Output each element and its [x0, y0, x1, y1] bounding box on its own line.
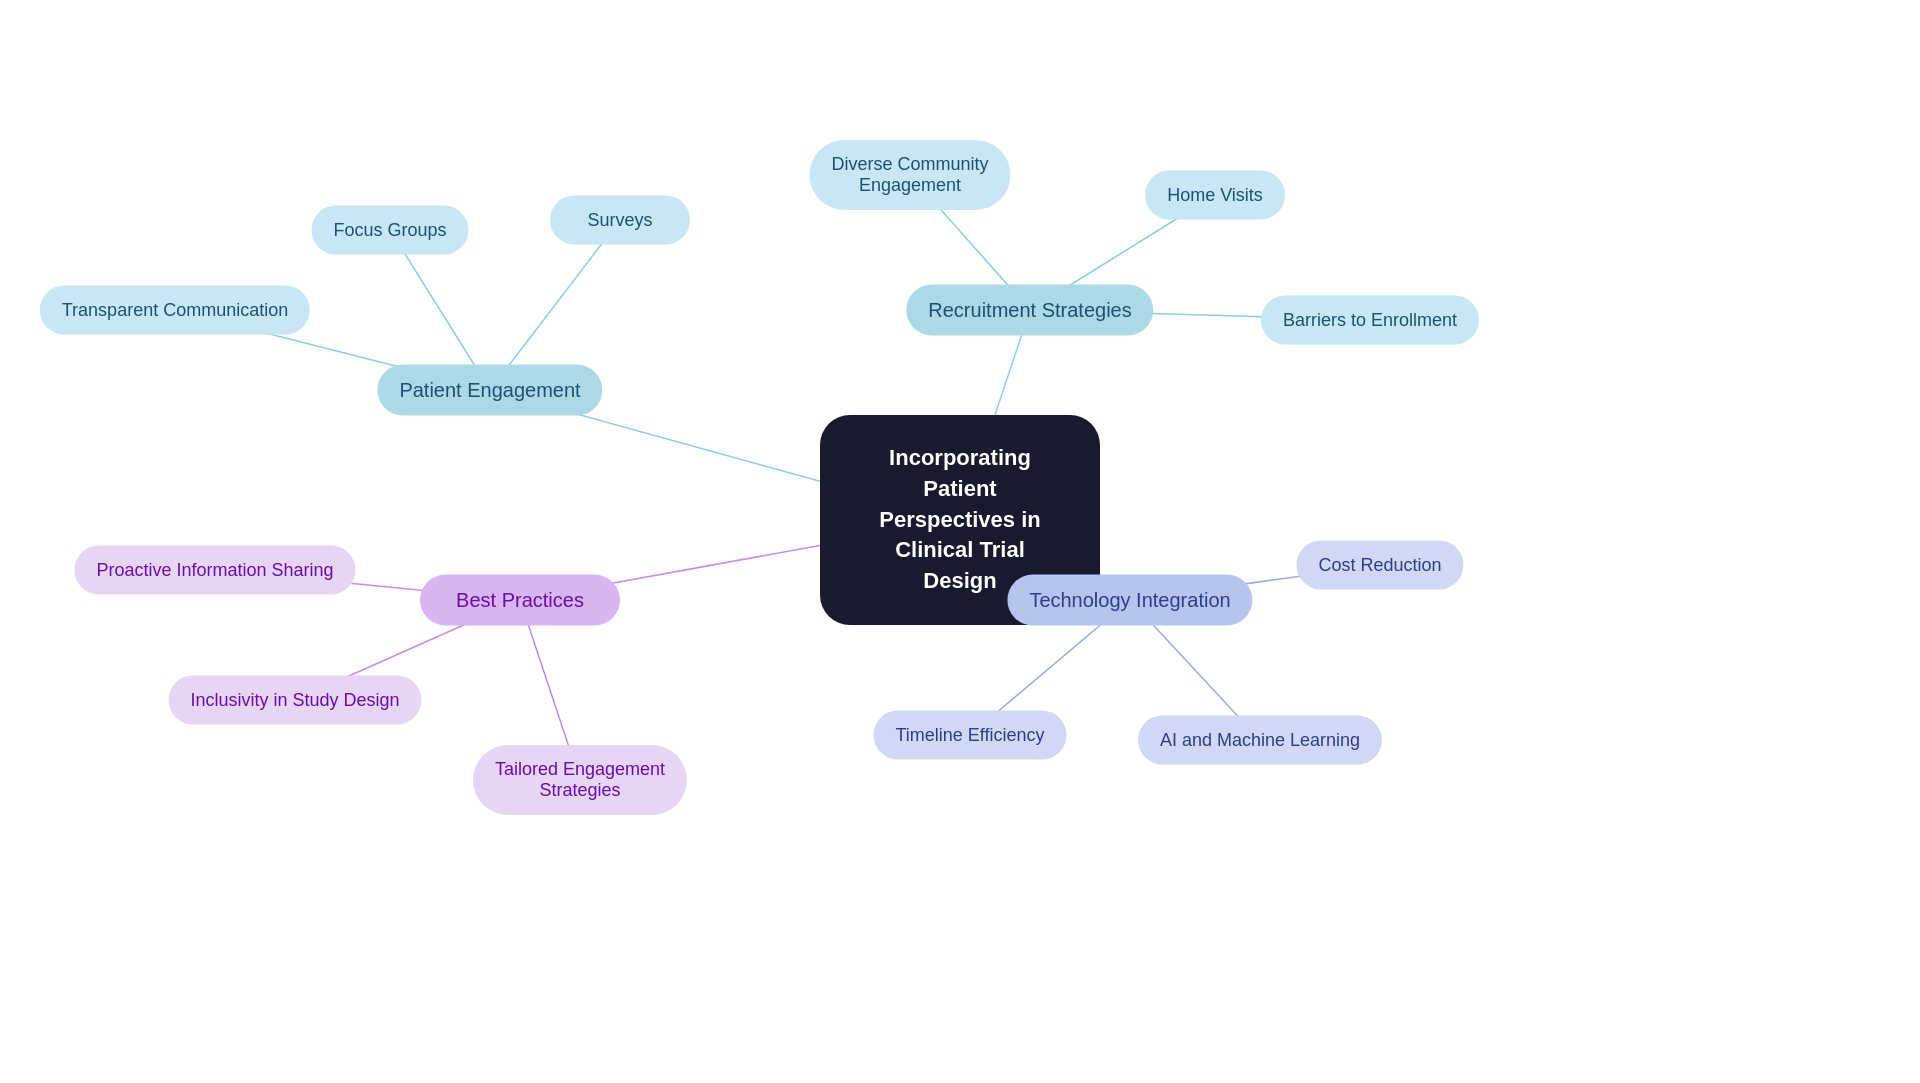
node-proactiveInfoSharing[interactable]: Proactive Information Sharing [74, 546, 355, 595]
node-label-timelineEfficiency: Timeline Efficiency [895, 725, 1044, 746]
node-label-focusGroups: Focus Groups [333, 220, 446, 241]
node-homeVisits[interactable]: Home Visits [1145, 171, 1285, 220]
node-label-diverseCommunityEngagement: Diverse Community Engagement [831, 154, 988, 196]
node-label-inclusivityStudyDesign: Inclusivity in Study Design [190, 690, 399, 711]
node-barriersToEnrollment[interactable]: Barriers to Enrollment [1261, 296, 1479, 345]
node-patientEngagement[interactable]: Patient Engagement [377, 365, 602, 416]
node-costReduction[interactable]: Cost Reduction [1296, 541, 1463, 590]
node-focusGroups[interactable]: Focus Groups [311, 206, 468, 255]
node-bestPractices[interactable]: Best Practices [420, 575, 620, 626]
node-transparentCommunication[interactable]: Transparent Communication [40, 286, 310, 335]
node-label-homeVisits: Home Visits [1167, 185, 1263, 206]
node-label-bestPractices: Best Practices [456, 589, 584, 612]
node-technologyIntegration[interactable]: Technology Integration [1007, 575, 1252, 626]
node-label-recruitmentStrategies: Recruitment Strategies [928, 299, 1131, 322]
node-diverseCommunityEngagement[interactable]: Diverse Community Engagement [809, 140, 1010, 210]
node-label-barriersToEnrollment: Barriers to Enrollment [1283, 310, 1457, 331]
node-timelineEfficiency[interactable]: Timeline Efficiency [873, 711, 1066, 760]
node-surveys[interactable]: Surveys [550, 196, 690, 245]
node-label-patientEngagement: Patient Engagement [399, 379, 580, 402]
node-label-aiMachineLearning: AI and Machine Learning [1160, 730, 1360, 751]
node-label-transparentCommunication: Transparent Communication [62, 300, 288, 321]
node-label-technologyIntegration: Technology Integration [1029, 589, 1230, 612]
mindmap-container: Incorporating Patient Perspectives in Cl… [0, 0, 1920, 1083]
node-label-costReduction: Cost Reduction [1318, 555, 1441, 576]
node-aiMachineLearning[interactable]: AI and Machine Learning [1138, 716, 1382, 765]
node-label-surveys: Surveys [587, 210, 652, 231]
node-label-tailoredEngagementStrategies: Tailored Engagement Strategies [495, 759, 665, 801]
node-recruitmentStrategies[interactable]: Recruitment Strategies [906, 285, 1153, 336]
node-inclusivityStudyDesign[interactable]: Inclusivity in Study Design [168, 676, 421, 725]
node-tailoredEngagementStrategies[interactable]: Tailored Engagement Strategies [473, 745, 687, 815]
node-label-proactiveInfoSharing: Proactive Information Sharing [96, 560, 333, 581]
